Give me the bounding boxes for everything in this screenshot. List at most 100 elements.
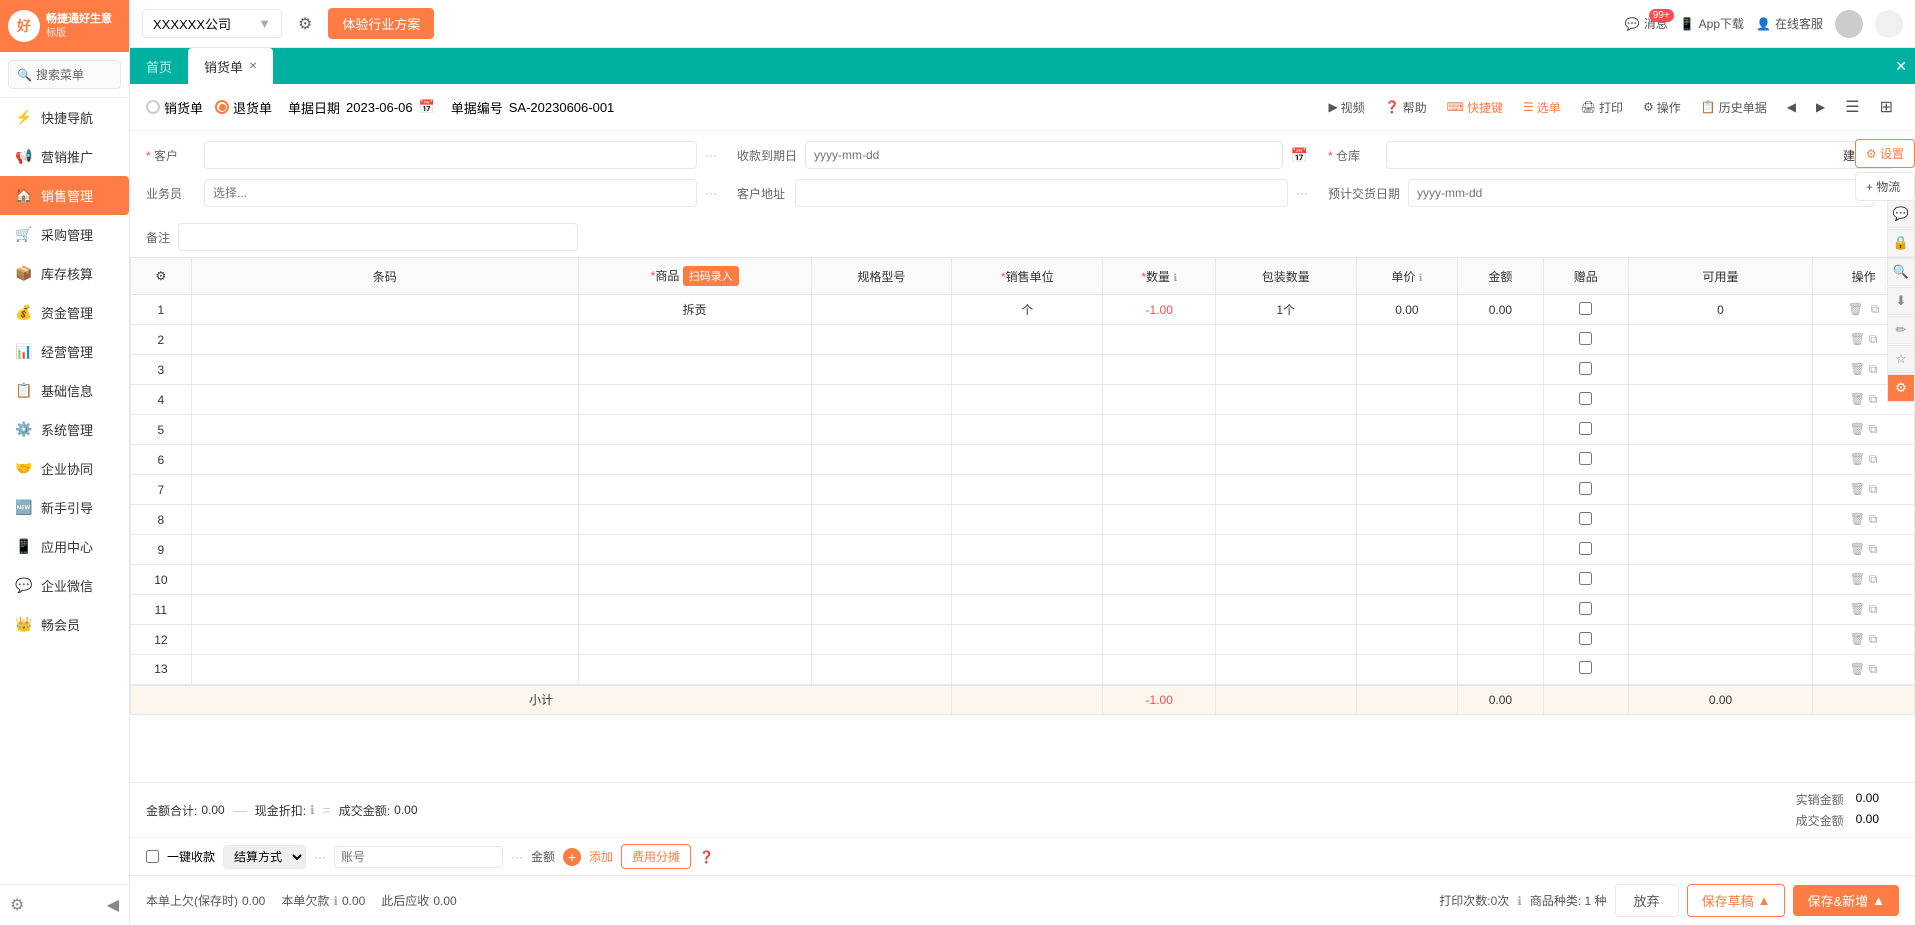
product-type-info-icon[interactable]: ℹ — [1517, 894, 1522, 908]
floating-icon-6[interactable]: ☆ — [1887, 345, 1915, 373]
delete-row-icon[interactable]: 🗑 — [1850, 542, 1865, 556]
message-button[interactable]: 💬 消息 99+ — [1625, 15, 1668, 32]
copy-row-icon[interactable]: ⧉ — [1869, 332, 1878, 346]
customer-input[interactable] — [204, 141, 697, 169]
support-button[interactable]: 👤 在线客服 — [1756, 15, 1823, 32]
remarks-input[interactable] — [178, 223, 578, 251]
sidebar-item-finance[interactable]: 💰 资金管理 — [0, 293, 129, 332]
salesperson-input[interactable] — [204, 179, 697, 207]
copy-row-icon[interactable]: ⧉ — [1869, 572, 1878, 586]
copy-row-icon[interactable]: ⧉ — [1869, 482, 1878, 496]
tab-sales-order[interactable]: 销货单 ✕ — [188, 48, 273, 84]
customer-address-input[interactable] — [795, 179, 1288, 207]
row-spec[interactable] — [811, 295, 952, 325]
payment-due-calendar-icon[interactable]: 📅 — [1291, 147, 1308, 164]
close-icon[interactable]: ✕ — [1895, 58, 1907, 74]
history-btn[interactable]: 📋 历史单据 — [1695, 96, 1773, 119]
delete-row-icon[interactable]: 🗑 — [1850, 362, 1865, 376]
account-input[interactable] — [334, 846, 503, 868]
floating-icon-5[interactable]: ✏ — [1887, 316, 1915, 344]
calendar-icon[interactable]: 📅 — [419, 99, 435, 115]
sidebar-settings-icon[interactable]: ⚙ — [10, 895, 24, 915]
settings-button[interactable]: ⚙ ⚙ 设置设置 — [1855, 139, 1915, 168]
floating-icon-3[interactable]: 🔍 — [1887, 258, 1915, 286]
split-help-icon[interactable]: ❓ — [699, 850, 714, 864]
sidebar-collapse-icon[interactable]: ◀ — [107, 895, 119, 915]
sidebar-item-wechat[interactable]: 💬 企业微信 — [0, 566, 129, 605]
delete-row-icon[interactable]: 🗑 — [1850, 572, 1865, 586]
video-btn[interactable]: ▶ 视频 — [1322, 96, 1370, 119]
total-debt-info-icon[interactable]: ℹ — [333, 894, 338, 908]
copy-row-icon[interactable]: ⧉ — [1869, 422, 1878, 436]
trial-button[interactable]: 体验行业方案 — [328, 8, 434, 39]
row-quantity[interactable]: -1.00 — [1103, 295, 1216, 325]
sidebar-item-sales[interactable]: 🏠 销售管理 — [0, 176, 129, 215]
floating-icon-orange[interactable]: ⚙ — [1887, 374, 1915, 402]
app-download-button[interactable]: 📱 App下载 — [1680, 15, 1744, 32]
delete-row-icon[interactable]: 🗑 — [1848, 302, 1863, 316]
tab-close-icon[interactable]: ✕ — [249, 61, 257, 72]
calc-method-dots[interactable]: ··· — [314, 850, 326, 864]
sidebar-item-purchase[interactable]: 🛒 采购管理 — [0, 215, 129, 254]
row-gift[interactable] — [1543, 295, 1628, 325]
logistics-button[interactable]: + 物流 — [1855, 172, 1915, 201]
copy-row-icon[interactable]: ⧉ — [1869, 362, 1878, 376]
delete-row-icon[interactable]: 🗑 — [1850, 632, 1865, 646]
expected-date-input[interactable] — [1408, 179, 1874, 207]
delete-row-icon[interactable]: 🗑 — [1850, 602, 1865, 616]
sidebar-item-member[interactable]: 👑 畅会员 — [0, 605, 129, 644]
discard-button[interactable]: 放弃 — [1615, 884, 1679, 917]
copy-row-icon[interactable]: ⧉ — [1869, 602, 1878, 616]
sidebar-item-system[interactable]: ⚙️ 系统管理 — [0, 410, 129, 449]
list-view-btn[interactable]: ☰ — [1839, 94, 1865, 120]
delete-row-icon[interactable]: 🗑 — [1850, 392, 1865, 406]
sidebar-item-quicknav[interactable]: ⚡ 快捷导航 — [0, 98, 129, 137]
calc-method-select[interactable]: 结算方式 — [223, 845, 306, 869]
delete-row-icon[interactable]: 🗑 — [1850, 482, 1865, 496]
sidebar-item-operations[interactable]: 📊 经营管理 — [0, 332, 129, 371]
scan-button[interactable]: 扫码录入 — [683, 266, 739, 286]
grid-view-btn[interactable]: ⊞ — [1874, 94, 1899, 120]
floating-icon-2[interactable]: 🔒 — [1887, 229, 1915, 257]
settings-button[interactable]: ⚙ — [290, 10, 320, 38]
sidebar-item-marketing[interactable]: 📢 营销推广 — [0, 137, 129, 176]
warehouse-input[interactable] — [1386, 141, 1895, 169]
tab-close-all[interactable]: ✕ — [1895, 58, 1915, 75]
salesperson-dots[interactable]: ··· — [705, 186, 717, 200]
nav-prev-btn[interactable]: ◀ — [1781, 97, 1802, 117]
copy-row-icon[interactable]: ⧉ — [1869, 632, 1878, 646]
print-btn[interactable]: 🖨 打印 — [1575, 96, 1629, 119]
shortcut-btn[interactable]: ⌨ 快捷键 — [1441, 96, 1509, 119]
user-dropdown[interactable] — [1875, 10, 1903, 38]
help-btn[interactable]: ❓ 帮助 — [1379, 96, 1433, 119]
floating-icon-1[interactable]: 💬 — [1887, 200, 1915, 228]
customer-address-dots[interactable]: ··· — [1296, 186, 1308, 200]
row-unit-price[interactable]: 0.00 — [1356, 295, 1458, 325]
save-new-button[interactable]: 保存&新增 ▲ — [1793, 885, 1899, 916]
copy-row-icon[interactable]: ⧉ — [1869, 542, 1878, 556]
sidebar-item-guide[interactable]: 🆕 新手引导 — [0, 488, 129, 527]
delete-row-icon[interactable]: 🗑 — [1850, 452, 1865, 466]
delete-row-icon[interactable]: 🗑 — [1850, 662, 1865, 676]
delete-row-icon[interactable]: 🗑 — [1850, 422, 1865, 436]
radio-sales[interactable]: 销货单 — [146, 98, 203, 117]
radio-return[interactable]: 退货单 — [215, 98, 272, 117]
sidebar-item-enterprise[interactable]: 🤝 企业协同 — [0, 449, 129, 488]
delete-row-icon[interactable]: 🗑 — [1850, 512, 1865, 526]
company-selector[interactable]: XXXXXX公司 ▼ — [142, 9, 282, 38]
search-menu-button[interactable]: 🔍 搜索菜单 — [8, 60, 121, 89]
copy-row-icon[interactable]: ⧉ — [1871, 302, 1880, 316]
copy-row-icon[interactable]: ⧉ — [1869, 452, 1878, 466]
user-avatar[interactable] — [1835, 10, 1863, 38]
delete-row-icon[interactable]: 🗑 — [1850, 332, 1865, 346]
cash-discount-info-icon[interactable]: ℹ — [310, 803, 315, 817]
operation-btn[interactable]: ⚙ 操作 — [1637, 96, 1687, 119]
add-payment-button[interactable]: + — [563, 848, 581, 866]
copy-row-icon[interactable]: ⧉ — [1869, 392, 1878, 406]
account-dots[interactable]: ··· — [511, 850, 523, 864]
sidebar-item-inventory[interactable]: 📦 库存核算 — [0, 254, 129, 293]
nav-next-btn[interactable]: ▶ — [1810, 97, 1831, 117]
tab-home[interactable]: 首页 — [130, 48, 188, 84]
copy-row-icon[interactable]: ⧉ — [1869, 512, 1878, 526]
cost-allocation-button[interactable]: 费用分摊 — [621, 844, 691, 869]
